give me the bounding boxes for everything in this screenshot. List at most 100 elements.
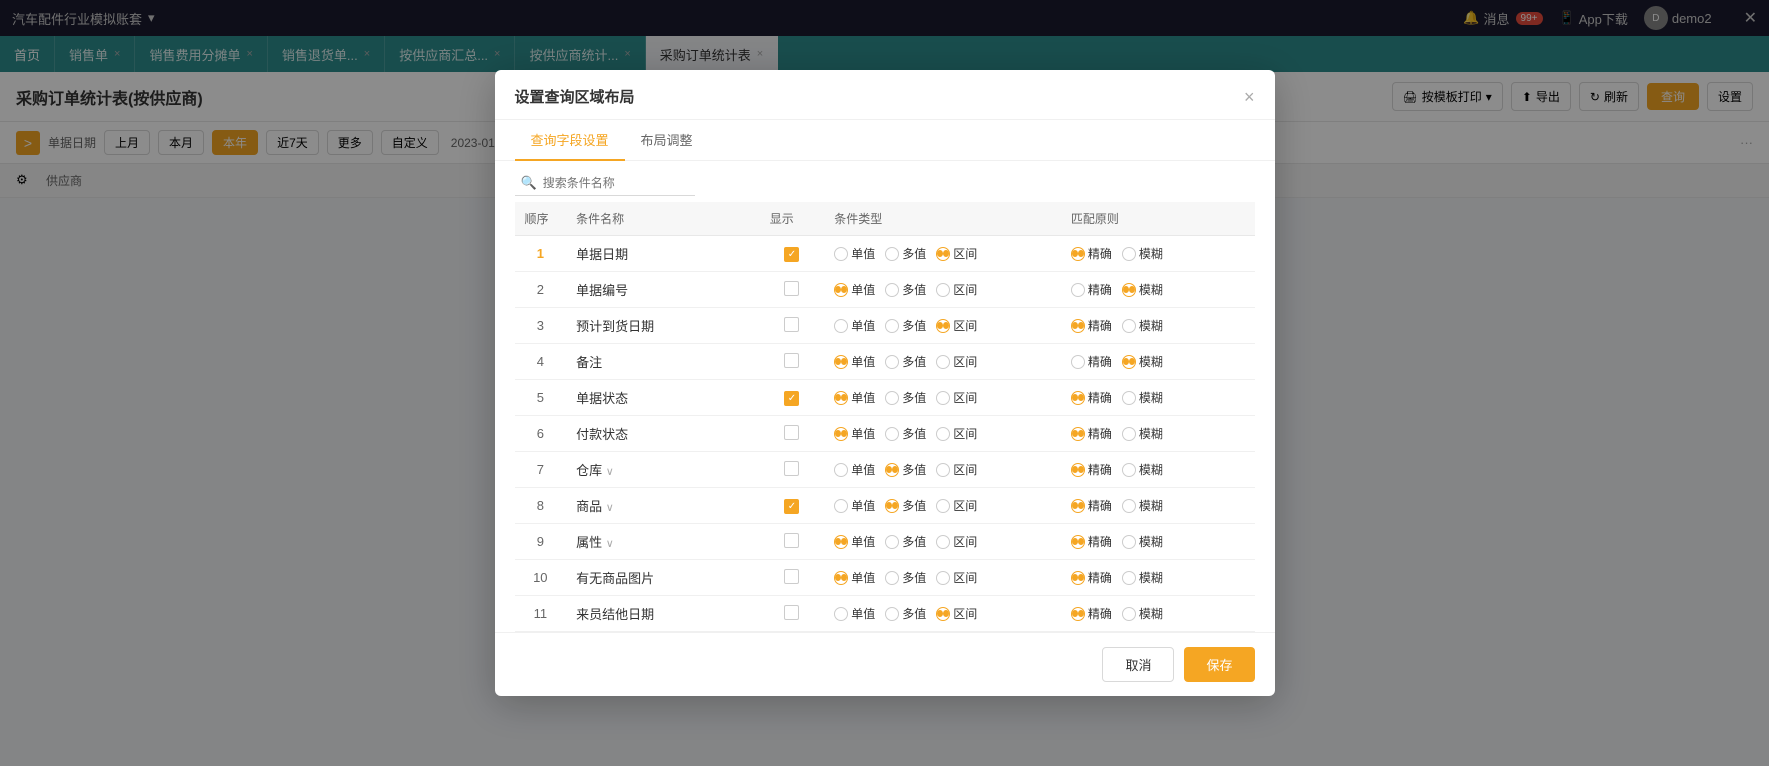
show-checkbox[interactable]	[784, 461, 799, 476]
show-checkbox[interactable]: ✓	[784, 247, 799, 262]
table-row: 11来员结他日期单值多值区间精确模糊	[515, 596, 1255, 632]
show-checkbox[interactable]	[784, 605, 799, 620]
match-option-精确[interactable]: 精确	[1071, 317, 1112, 334]
name-cell: 备注	[566, 344, 760, 380]
type-option-单值[interactable]: 单值	[834, 389, 875, 406]
match-option-模糊[interactable]: 模糊	[1122, 605, 1163, 622]
type-option-单值[interactable]: 单值	[834, 317, 875, 334]
name-cell: 单据状态	[566, 380, 760, 416]
show-cell[interactable]	[760, 344, 825, 380]
type-option-单值[interactable]: 单值	[834, 605, 875, 622]
tab-layout-adjust[interactable]: 布局调整	[625, 120, 709, 161]
modal-title: 设置查询区域布局	[515, 86, 635, 107]
type-option-区间[interactable]: 区间	[936, 281, 977, 298]
modal-close-btn[interactable]: ×	[1244, 88, 1255, 106]
show-checkbox[interactable]: ✓	[784, 391, 799, 406]
type-option-多值[interactable]: 多值	[885, 533, 926, 550]
type-option-单值[interactable]: 单值	[834, 461, 875, 478]
show-cell[interactable]: ✓	[760, 488, 825, 524]
match-option-模糊[interactable]: 模糊	[1122, 497, 1163, 514]
show-checkbox[interactable]	[784, 425, 799, 440]
type-option-单值[interactable]: 单值	[834, 245, 875, 262]
match-option-模糊[interactable]: 模糊	[1122, 317, 1163, 334]
type-option-多值[interactable]: 多值	[885, 605, 926, 622]
name-cell: 预计到货日期	[566, 308, 760, 344]
type-option-区间[interactable]: 区间	[936, 353, 977, 370]
match-option-精确[interactable]: 精确	[1071, 533, 1112, 550]
modal-body: 顺序 条件名称 显示 条件类型 匹配原则 1单据日期✓单值多值区间精确模糊2单据…	[495, 202, 1275, 632]
name-cell: 单据编号	[566, 272, 760, 308]
show-checkbox[interactable]	[784, 569, 799, 584]
match-option-模糊[interactable]: 模糊	[1122, 461, 1163, 478]
match-option-精确[interactable]: 精确	[1071, 425, 1112, 442]
type-option-区间[interactable]: 区间	[936, 533, 977, 550]
show-cell[interactable]	[760, 560, 825, 596]
type-option-区间[interactable]: 区间	[936, 569, 977, 586]
type-option-多值[interactable]: 多值	[885, 569, 926, 586]
match-option-模糊[interactable]: 模糊	[1122, 281, 1163, 298]
show-cell[interactable]: ✓	[760, 236, 825, 272]
type-option-区间[interactable]: 区间	[936, 605, 977, 622]
match-cell: 精确模糊	[1061, 380, 1255, 416]
match-option-模糊[interactable]: 模糊	[1122, 353, 1163, 370]
tab-layout-adjust-label: 布局调整	[641, 133, 693, 148]
show-checkbox[interactable]	[784, 353, 799, 368]
type-option-单值[interactable]: 单值	[834, 281, 875, 298]
match-option-精确[interactable]: 精确	[1071, 605, 1112, 622]
show-checkbox[interactable]	[784, 533, 799, 548]
type-option-单值[interactable]: 单值	[834, 425, 875, 442]
show-cell[interactable]	[760, 596, 825, 632]
type-option-单值[interactable]: 单值	[834, 569, 875, 586]
match-option-模糊[interactable]: 模糊	[1122, 389, 1163, 406]
tab-query-fields-label: 查询字段设置	[531, 133, 609, 148]
type-option-多值[interactable]: 多值	[885, 281, 926, 298]
type-option-多值[interactable]: 多值	[885, 353, 926, 370]
show-cell[interactable]	[760, 452, 825, 488]
name-cell: 属性 ∨	[566, 524, 760, 560]
match-option-精确[interactable]: 精确	[1071, 245, 1112, 262]
type-option-区间[interactable]: 区间	[936, 461, 977, 478]
type-option-多值[interactable]: 多值	[885, 389, 926, 406]
match-option-模糊[interactable]: 模糊	[1122, 533, 1163, 550]
table-row: 6付款状态单值多值区间精确模糊	[515, 416, 1255, 452]
match-option-精确[interactable]: 精确	[1071, 389, 1112, 406]
match-option-精确[interactable]: 精确	[1071, 281, 1112, 298]
show-cell[interactable]	[760, 416, 825, 452]
cancel-btn[interactable]: 取消	[1102, 647, 1174, 682]
type-option-区间[interactable]: 区间	[936, 389, 977, 406]
type-option-多值[interactable]: 多值	[885, 461, 926, 478]
type-option-单值[interactable]: 单值	[834, 533, 875, 550]
match-option-精确[interactable]: 精确	[1071, 497, 1112, 514]
match-option-模糊[interactable]: 模糊	[1122, 245, 1163, 262]
search-input[interactable]	[543, 176, 683, 190]
match-option-精确[interactable]: 精确	[1071, 461, 1112, 478]
type-option-区间[interactable]: 区间	[936, 317, 977, 334]
type-option-单值[interactable]: 单值	[834, 497, 875, 514]
match-cell: 精确模糊	[1061, 488, 1255, 524]
match-option-模糊[interactable]: 模糊	[1122, 425, 1163, 442]
show-checkbox[interactable]: ✓	[784, 499, 799, 514]
type-option-多值[interactable]: 多值	[885, 425, 926, 442]
type-option-区间[interactable]: 区间	[936, 497, 977, 514]
name-cell: 仓库 ∨	[566, 452, 760, 488]
tab-query-fields[interactable]: 查询字段设置	[515, 120, 625, 161]
match-option-精确[interactable]: 精确	[1071, 353, 1112, 370]
show-checkbox[interactable]	[784, 317, 799, 332]
type-option-区间[interactable]: 区间	[936, 425, 977, 442]
type-option-区间[interactable]: 区间	[936, 245, 977, 262]
show-checkbox[interactable]	[784, 281, 799, 296]
show-cell[interactable]	[760, 524, 825, 560]
type-option-多值[interactable]: 多值	[885, 245, 926, 262]
show-cell[interactable]	[760, 308, 825, 344]
type-option-多值[interactable]: 多值	[885, 317, 926, 334]
show-cell[interactable]: ✓	[760, 380, 825, 416]
type-option-单值[interactable]: 单值	[834, 353, 875, 370]
match-option-模糊[interactable]: 模糊	[1122, 569, 1163, 586]
show-cell[interactable]	[760, 272, 825, 308]
order-cell: 10	[515, 560, 567, 596]
save-btn[interactable]: 保存	[1184, 647, 1254, 682]
match-cell: 精确模糊	[1061, 524, 1255, 560]
match-option-精确[interactable]: 精确	[1071, 569, 1112, 586]
order-cell: 3	[515, 308, 567, 344]
type-option-多值[interactable]: 多值	[885, 497, 926, 514]
